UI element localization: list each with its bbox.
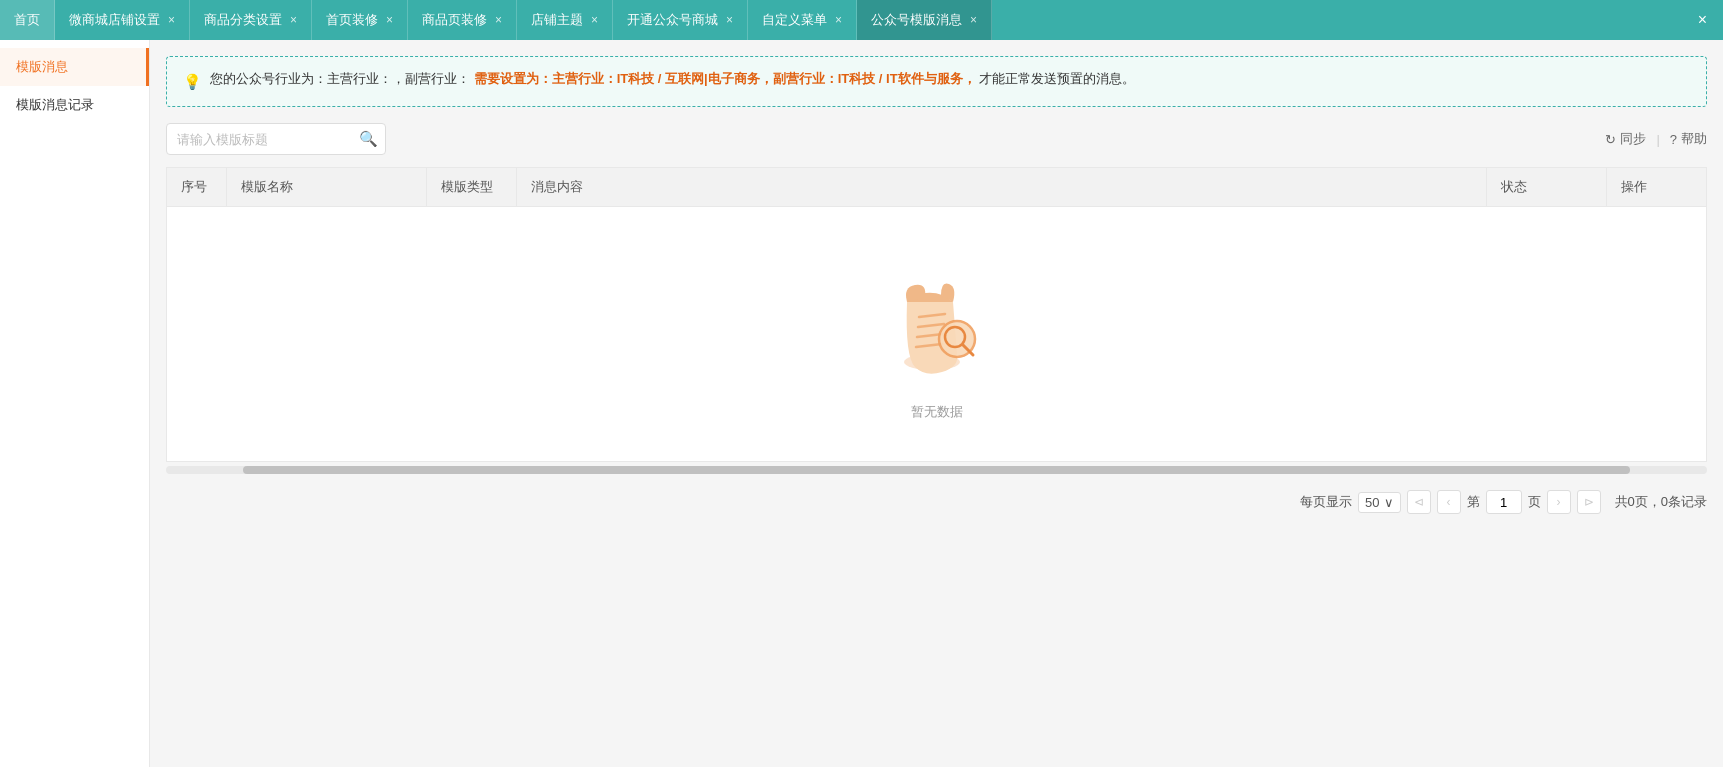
help-button[interactable]: ? 帮助 — [1670, 130, 1707, 148]
table-header-row: 序号 模版名称 模版类型 消息内容 状态 操作 — [167, 168, 1707, 207]
window-close-button[interactable]: × — [1682, 0, 1723, 40]
notice-icon: 💡 — [183, 70, 202, 94]
search-input[interactable] — [166, 123, 386, 155]
sync-button[interactable]: ↻ 同步 — [1605, 130, 1646, 148]
horizontal-scrollbar[interactable] — [166, 466, 1707, 474]
page-prev-button[interactable]: ‹ — [1437, 490, 1461, 514]
col-action: 操作 — [1607, 168, 1707, 207]
col-type: 模版类型 — [427, 168, 517, 207]
search-input-wrap: 🔍 — [166, 123, 386, 155]
tab-close-theme[interactable]: × — [591, 13, 598, 27]
sync-icon: ↻ — [1605, 132, 1616, 147]
tab-productpage[interactable]: 商品页装修 × — [408, 0, 517, 40]
main-layout: 模版消息 模版消息记录 💡 您的公众号行业为：主营行业：，副营行业： 需要设置为… — [0, 40, 1723, 767]
page-size-label: 每页显示 — [1300, 493, 1352, 511]
tab-close-category[interactable]: × — [290, 13, 297, 27]
tab-close-custommenu[interactable]: × — [835, 13, 842, 27]
toolbar-divider: | — [1656, 132, 1659, 147]
empty-illustration — [877, 267, 997, 387]
help-icon: ? — [1670, 132, 1677, 147]
col-index: 序号 — [167, 168, 227, 207]
toolbar-right: ↻ 同步 | ? 帮助 — [1605, 130, 1707, 148]
notice-text: 您的公众号行业为：主营行业：，副营行业： 需要设置为：主营行业：IT科技 / 互… — [210, 69, 1135, 90]
tab-close-homepage[interactable]: × — [386, 13, 393, 27]
chevron-down-icon: ∨ — [1384, 495, 1394, 510]
page-label: 页 — [1528, 493, 1541, 511]
col-status: 状态 — [1487, 168, 1607, 207]
tab-custommenu[interactable]: 自定义菜单 × — [748, 0, 857, 40]
tab-close-weishop[interactable]: × — [168, 13, 175, 27]
empty-state-row: 暂无数据 — [167, 207, 1707, 462]
page-total: 共0页，0条记录 — [1615, 493, 1707, 511]
data-table: 序号 模版名称 模版类型 消息内容 状态 操作 — [166, 167, 1707, 462]
notice-box: 💡 您的公众号行业为：主营行业：，副营行业： 需要设置为：主营行业：IT科技 /… — [166, 56, 1707, 107]
page-di-label: 第 — [1467, 493, 1480, 511]
search-bar: 🔍 ↻ 同步 | ? 帮助 — [166, 123, 1707, 155]
tab-close-templatemsg[interactable]: × — [970, 13, 977, 27]
sidebar: 模版消息 模版消息记录 — [0, 40, 150, 767]
page-last-button[interactable]: ⊳ — [1577, 490, 1601, 514]
tab-bar: 首页 微商城店铺设置 × 商品分类设置 × 首页装修 × 商品页装修 × 店铺主… — [0, 0, 1723, 40]
tab-openstore[interactable]: 开通公众号商城 × — [613, 0, 748, 40]
col-name: 模版名称 — [227, 168, 427, 207]
empty-state: 暂无数据 — [167, 207, 1706, 461]
tab-homepage[interactable]: 首页装修 × — [312, 0, 408, 40]
sidebar-item-template-msg-record[interactable]: 模版消息记录 — [0, 86, 149, 124]
pagination: 每页显示 50 ∨ ⊲ ‹ 第 页 › ⊳ 共0页，0条记录 — [166, 482, 1707, 518]
table-container: 序号 模版名称 模版类型 消息内容 状态 操作 — [166, 167, 1707, 462]
tab-theme[interactable]: 店铺主题 × — [517, 0, 613, 40]
content-area: 💡 您的公众号行业为：主营行业：，副营行业： 需要设置为：主营行业：IT科技 /… — [150, 40, 1723, 767]
page-next-button[interactable]: › — [1547, 490, 1571, 514]
tab-close-productpage[interactable]: × — [495, 13, 502, 27]
page-number-input[interactable] — [1486, 490, 1522, 514]
tab-home[interactable]: 首页 — [0, 0, 55, 40]
tab-weishop[interactable]: 微商城店铺设置 × — [55, 0, 190, 40]
page-size-select[interactable]: 50 ∨ — [1358, 492, 1400, 513]
tab-templatemsg[interactable]: 公众号模版消息 × — [857, 0, 992, 40]
sidebar-item-template-msg[interactable]: 模版消息 — [0, 48, 149, 86]
empty-text: 暂无数据 — [911, 403, 963, 421]
col-content: 消息内容 — [517, 168, 1487, 207]
search-button[interactable]: 🔍 — [359, 130, 378, 148]
tab-category[interactable]: 商品分类设置 × — [190, 0, 312, 40]
scroll-thumb — [243, 466, 1630, 474]
tab-close-openstore[interactable]: × — [726, 13, 733, 27]
page-first-button[interactable]: ⊲ — [1407, 490, 1431, 514]
